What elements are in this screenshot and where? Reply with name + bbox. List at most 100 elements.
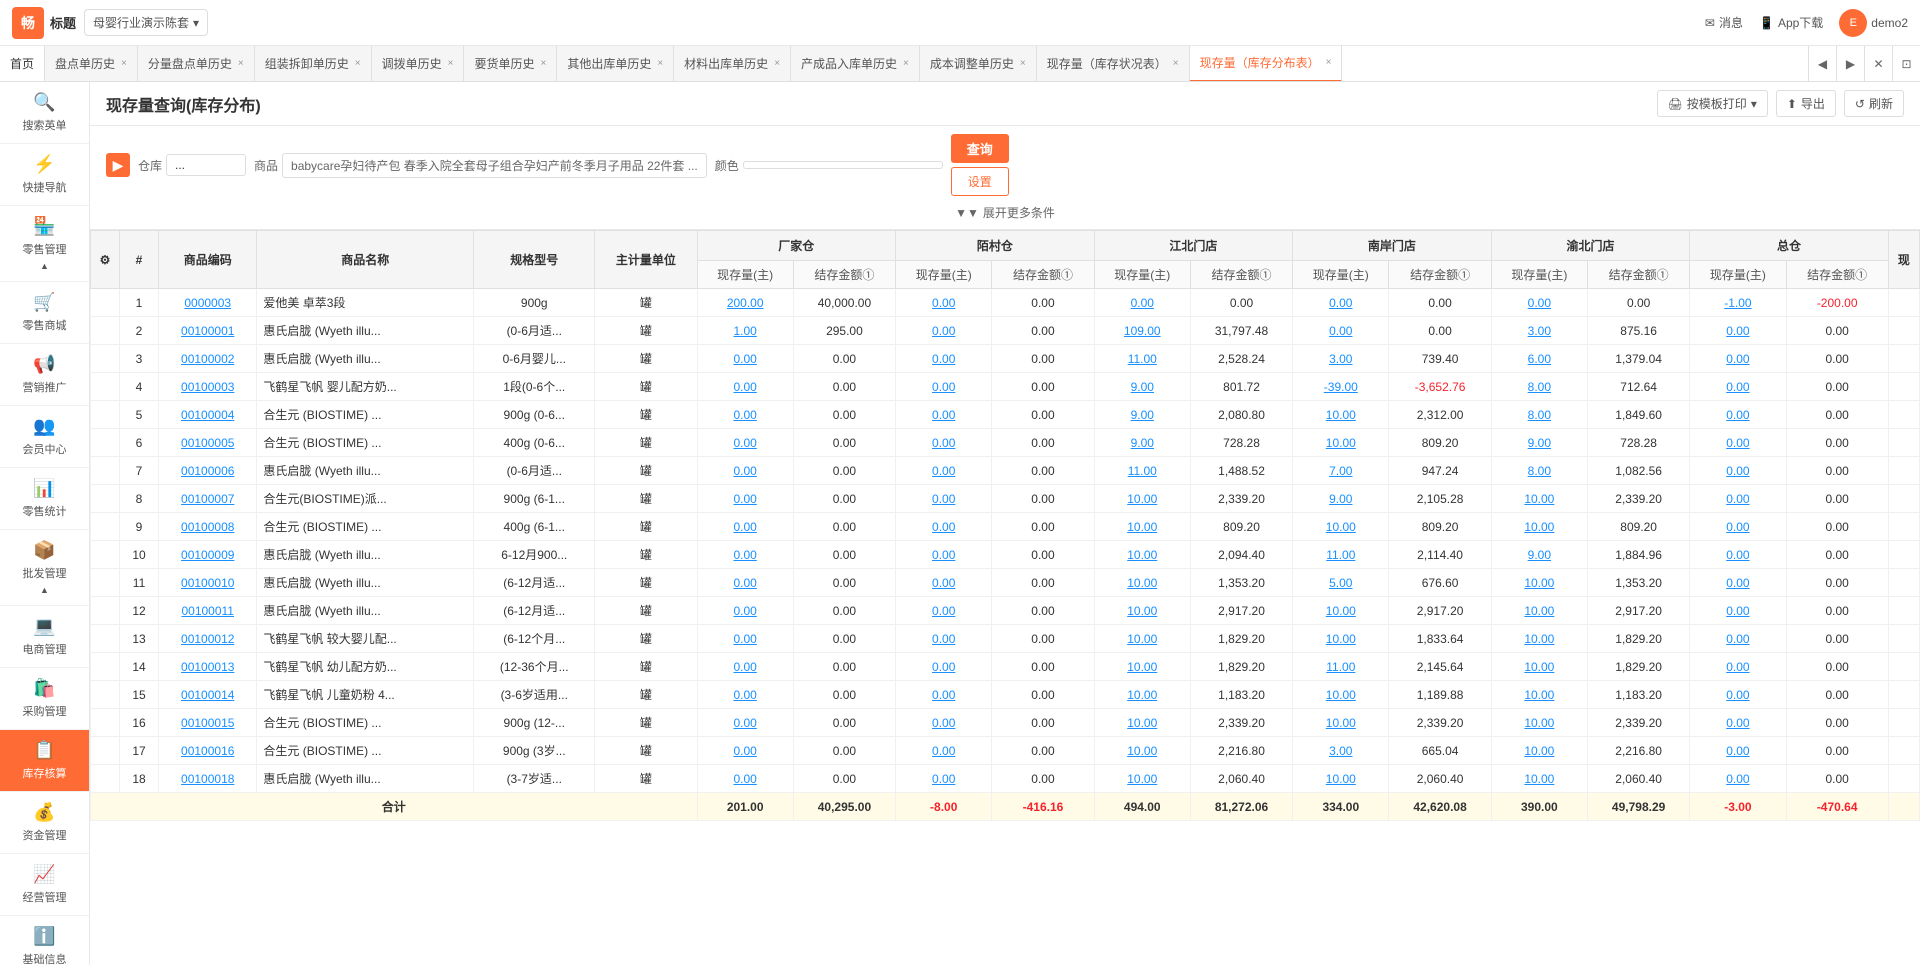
cell-15-14[interactable]: 10.00 xyxy=(1491,709,1587,737)
cell-16-8[interactable]: 0.00 xyxy=(896,737,992,765)
filter-toggle-btn[interactable]: ▶ xyxy=(106,153,130,177)
cell-1-12[interactable]: 0.00 xyxy=(1293,317,1389,345)
cell-17-2[interactable]: 00100018 xyxy=(159,765,257,793)
cell-3-14[interactable]: 8.00 xyxy=(1491,373,1587,401)
cell-15-12[interactable]: 10.00 xyxy=(1293,709,1389,737)
cell-13-10[interactable]: 10.00 xyxy=(1094,653,1190,681)
cell-14-14[interactable]: 10.00 xyxy=(1491,681,1587,709)
cell-6-12[interactable]: 7.00 xyxy=(1293,457,1389,485)
sidebar-item-10[interactable]: 📋库存核算 xyxy=(0,730,89,792)
cell-14-10[interactable]: 10.00 xyxy=(1094,681,1190,709)
sidebar-item-6[interactable]: 📊零售统计 xyxy=(0,468,89,530)
cell-12-16[interactable]: 0.00 xyxy=(1690,625,1786,653)
cell-0-10[interactable]: 0.00 xyxy=(1094,289,1190,317)
tab-item-0[interactable]: 首页 xyxy=(0,46,45,82)
sidebar-item-13[interactable]: ℹ️基础信息 xyxy=(0,916,89,965)
tab-close-7[interactable]: × xyxy=(774,58,780,69)
cell-6-8[interactable]: 0.00 xyxy=(896,457,992,485)
sidebar-item-7[interactable]: 📦批发管理 ▲ xyxy=(0,530,89,606)
cell-8-2[interactable]: 00100008 xyxy=(159,513,257,541)
cell-5-16[interactable]: 0.00 xyxy=(1690,429,1786,457)
tab-item-6[interactable]: 其他出库单历史× xyxy=(557,46,674,82)
cell-5-8[interactable]: 0.00 xyxy=(896,429,992,457)
org-select[interactable]: 母婴行业演示陈套 ▾ xyxy=(84,9,208,36)
cell-1-10[interactable]: 109.00 xyxy=(1094,317,1190,345)
cell-3-2[interactable]: 00100003 xyxy=(159,373,257,401)
cell-17-10[interactable]: 10.00 xyxy=(1094,765,1190,793)
col-settings[interactable]: ⚙ xyxy=(91,231,120,289)
sidebar-item-8[interactable]: 💻电商管理 xyxy=(0,606,89,668)
cell-16-10[interactable]: 10.00 xyxy=(1094,737,1190,765)
tab-nav-prev[interactable]: ◀ xyxy=(1808,46,1836,82)
cell-6-2[interactable]: 00100006 xyxy=(159,457,257,485)
cell-14-6[interactable]: 0.00 xyxy=(697,681,793,709)
cell-8-14[interactable]: 10.00 xyxy=(1491,513,1587,541)
cell-5-12[interactable]: 10.00 xyxy=(1293,429,1389,457)
cell-3-16[interactable]: 0.00 xyxy=(1690,373,1786,401)
tab-item-11[interactable]: 现存量（库存分布表）× xyxy=(1190,46,1343,82)
cell-9-16[interactable]: 0.00 xyxy=(1690,541,1786,569)
cell-0-14[interactable]: 0.00 xyxy=(1491,289,1587,317)
cell-5-14[interactable]: 9.00 xyxy=(1491,429,1587,457)
cell-12-8[interactable]: 0.00 xyxy=(896,625,992,653)
cell-11-8[interactable]: 0.00 xyxy=(896,597,992,625)
cell-2-8[interactable]: 0.00 xyxy=(896,345,992,373)
cell-16-14[interactable]: 10.00 xyxy=(1491,737,1587,765)
cell-12-12[interactable]: 10.00 xyxy=(1293,625,1389,653)
cell-3-10[interactable]: 9.00 xyxy=(1094,373,1190,401)
cell-9-8[interactable]: 0.00 xyxy=(896,541,992,569)
cell-10-16[interactable]: 0.00 xyxy=(1690,569,1786,597)
cell-13-6[interactable]: 0.00 xyxy=(697,653,793,681)
cell-0-6[interactable]: 200.00 xyxy=(697,289,793,317)
cell-8-10[interactable]: 10.00 xyxy=(1094,513,1190,541)
sidebar-item-3[interactable]: 🛒零售商城 xyxy=(0,282,89,344)
tab-close-4[interactable]: × xyxy=(448,58,454,69)
cell-16-6[interactable]: 0.00 xyxy=(697,737,793,765)
cell-2-16[interactable]: 0.00 xyxy=(1690,345,1786,373)
expand-filter-btn[interactable]: ▼▼ 展开更多条件 xyxy=(955,204,1055,221)
cell-4-14[interactable]: 8.00 xyxy=(1491,401,1587,429)
cell-3-8[interactable]: 0.00 xyxy=(896,373,992,401)
tab-item-10[interactable]: 现存量（库存状况表）× xyxy=(1037,46,1190,82)
sidebar-item-12[interactable]: 📈经营管理 xyxy=(0,854,89,916)
cell-7-14[interactable]: 10.00 xyxy=(1491,485,1587,513)
tab-close-10[interactable]: × xyxy=(1173,58,1179,69)
cell-2-2[interactable]: 00100002 xyxy=(159,345,257,373)
cell-14-12[interactable]: 10.00 xyxy=(1293,681,1389,709)
cell-2-6[interactable]: 0.00 xyxy=(697,345,793,373)
message-btn[interactable]: ✉ 消息 xyxy=(1705,14,1743,31)
tab-close-6[interactable]: × xyxy=(657,58,663,69)
cell-12-2[interactable]: 00100012 xyxy=(159,625,257,653)
cell-7-6[interactable]: 0.00 xyxy=(697,485,793,513)
refresh-btn[interactable]: ↺ 刷新 xyxy=(1844,90,1904,117)
tab-item-4[interactable]: 调拨单历史× xyxy=(372,46,465,82)
tab-close-1[interactable]: × xyxy=(121,58,127,69)
cell-14-2[interactable]: 00100014 xyxy=(159,681,257,709)
cell-15-2[interactable]: 00100015 xyxy=(159,709,257,737)
cell-9-12[interactable]: 11.00 xyxy=(1293,541,1389,569)
tab-close-11[interactable]: × xyxy=(1326,57,1332,68)
tab-close-8[interactable]: × xyxy=(903,58,909,69)
cell-11-14[interactable]: 10.00 xyxy=(1491,597,1587,625)
cell-7-10[interactable]: 10.00 xyxy=(1094,485,1190,513)
cell-13-2[interactable]: 00100013 xyxy=(159,653,257,681)
cell-17-6[interactable]: 0.00 xyxy=(697,765,793,793)
tab-close-5[interactable]: × xyxy=(540,58,546,69)
cell-3-6[interactable]: 0.00 xyxy=(697,373,793,401)
sidebar-item-11[interactable]: 💰资金管理 xyxy=(0,792,89,854)
cell-12-10[interactable]: 10.00 xyxy=(1094,625,1190,653)
tab-item-2[interactable]: 分量盘点单历史× xyxy=(138,46,255,82)
cell-8-16[interactable]: 0.00 xyxy=(1690,513,1786,541)
cell-13-12[interactable]: 11.00 xyxy=(1293,653,1389,681)
cell-0-8[interactable]: 0.00 xyxy=(896,289,992,317)
sidebar-item-4[interactable]: 📢营销推广 xyxy=(0,344,89,406)
cell-8-12[interactable]: 10.00 xyxy=(1293,513,1389,541)
cell-15-8[interactable]: 0.00 xyxy=(896,709,992,737)
cell-6-14[interactable]: 8.00 xyxy=(1491,457,1587,485)
sidebar-item-1[interactable]: ⚡快捷导航 xyxy=(0,144,89,206)
cell-11-12[interactable]: 10.00 xyxy=(1293,597,1389,625)
cell-17-12[interactable]: 10.00 xyxy=(1293,765,1389,793)
cell-7-16[interactable]: 0.00 xyxy=(1690,485,1786,513)
cell-6-10[interactable]: 11.00 xyxy=(1094,457,1190,485)
cell-14-16[interactable]: 0.00 xyxy=(1690,681,1786,709)
